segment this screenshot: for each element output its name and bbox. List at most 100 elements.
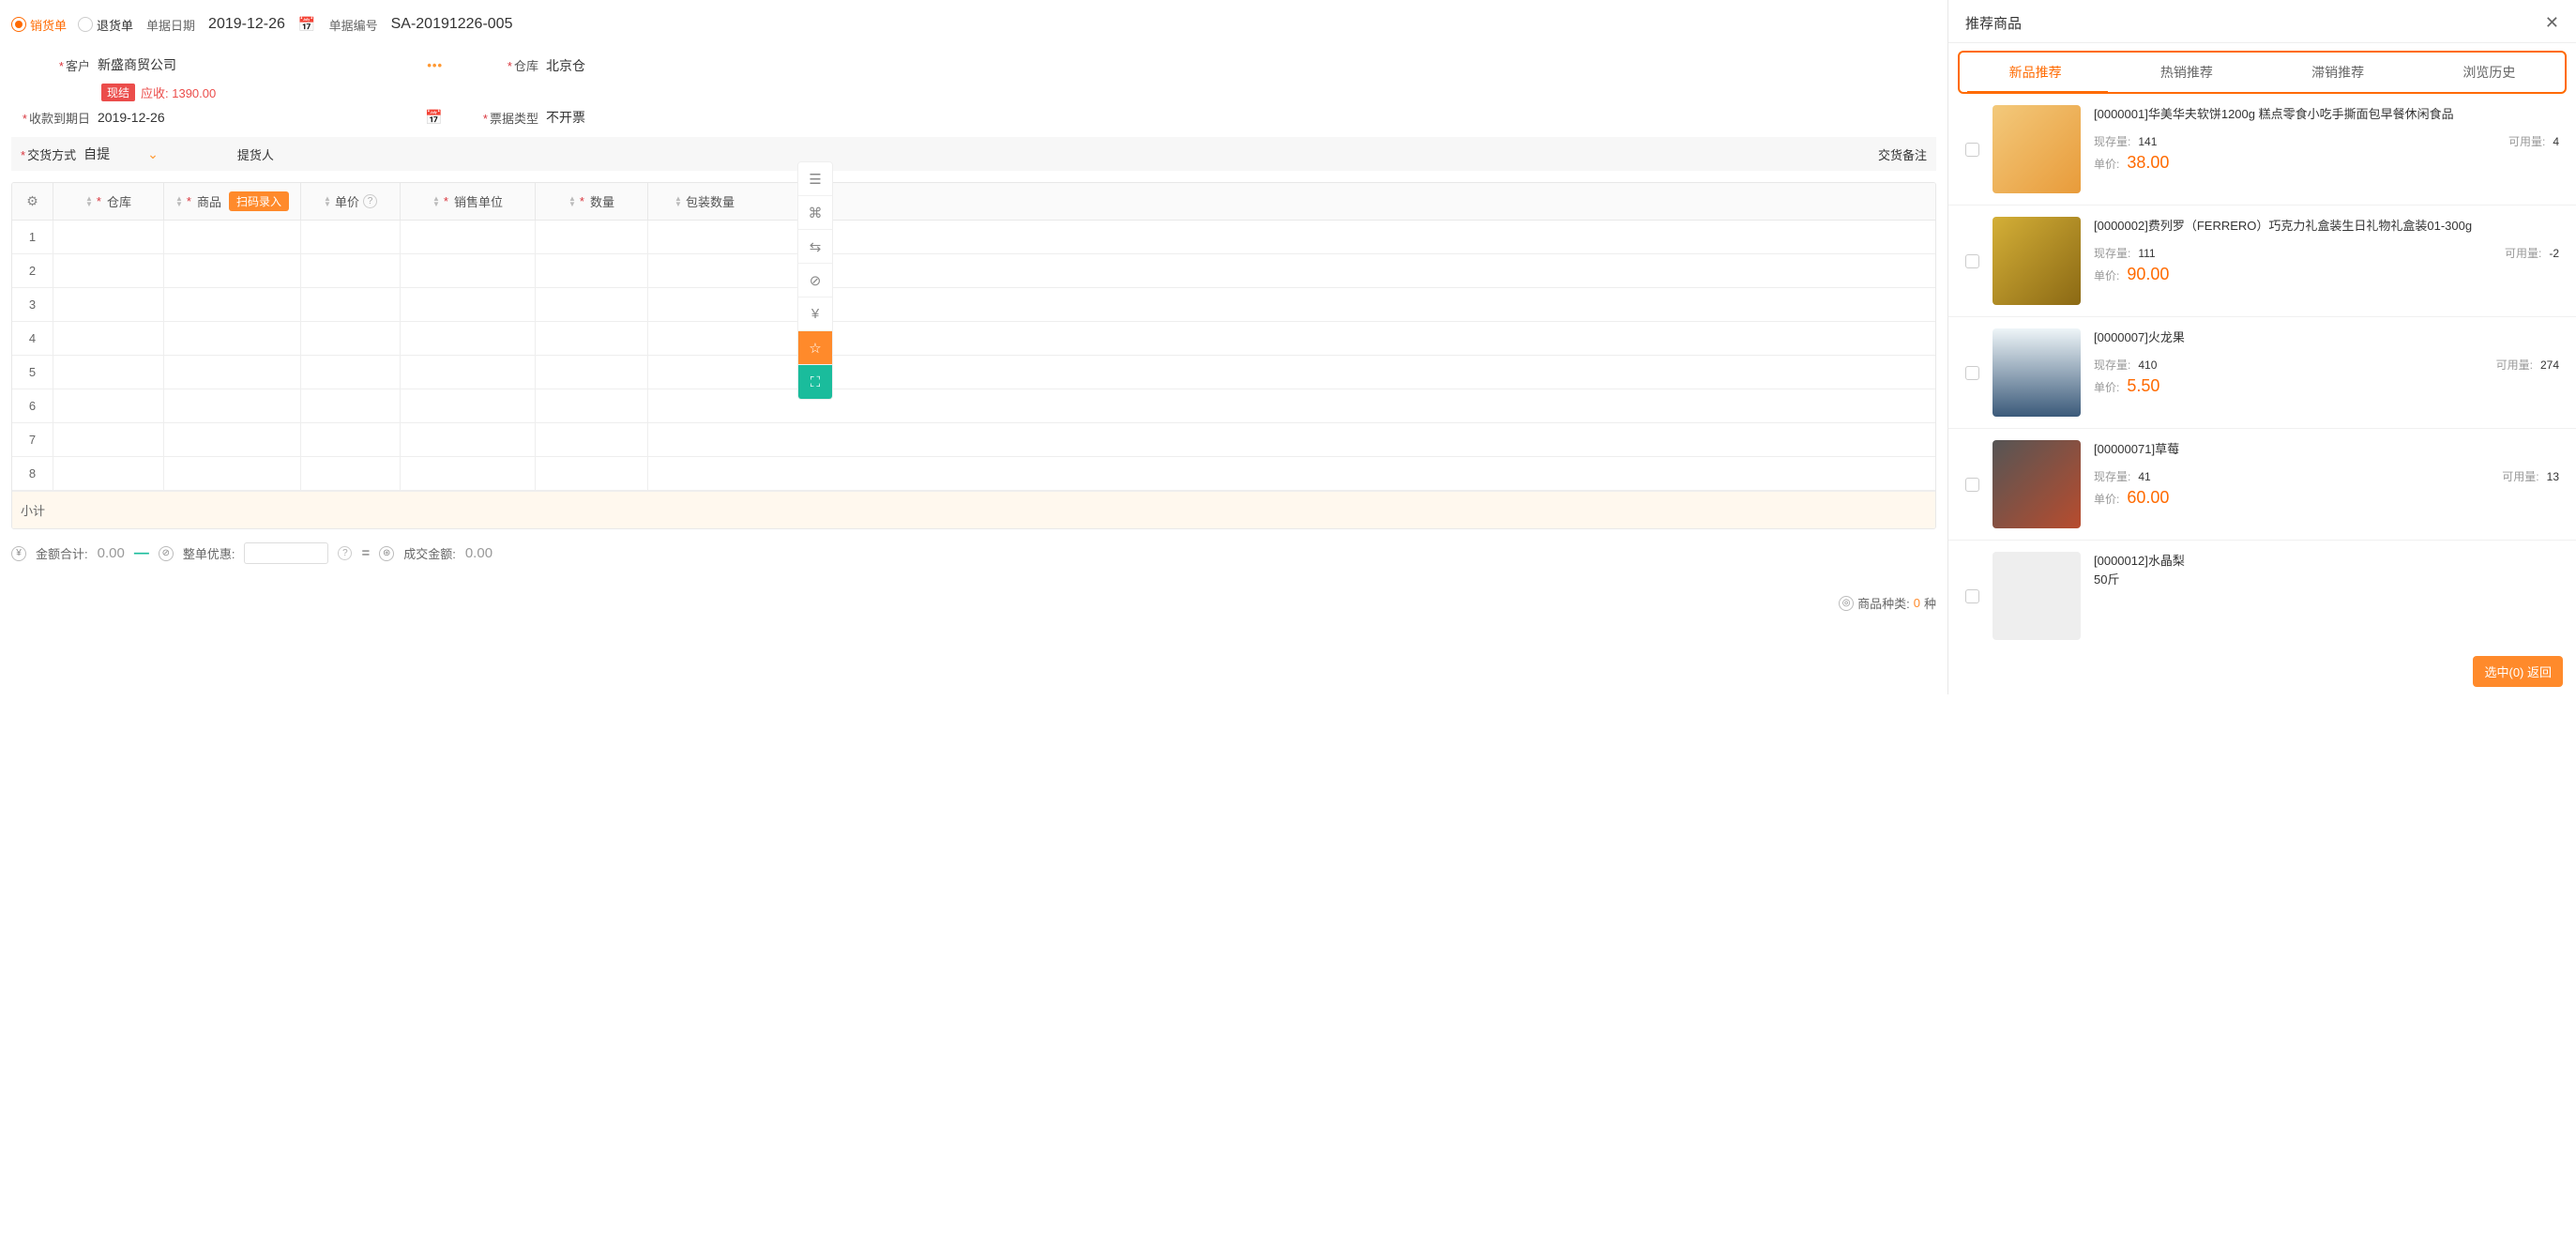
rail-link-icon[interactable]: ⌘ [798, 196, 832, 230]
settlement-info: 现结 应收: 1390.00 [101, 84, 1936, 101]
col-product-label: 商品 [197, 192, 221, 210]
price-value: 90.00 [2127, 265, 2169, 283]
product-item[interactable]: [0000002]费列罗（FERRERO）巧克力礼盒装生日礼物礼盒装01-300… [1948, 206, 2576, 317]
discount-icon: ⊘ [159, 546, 174, 561]
product-item[interactable]: [0000007]火龙果 现存量:410 可用量:274 单价:5.50 [1948, 317, 2576, 429]
sort-icon: ▲▼ [85, 196, 93, 207]
rail-yen-icon[interactable]: ¥ [798, 297, 832, 331]
gear-icon[interactable]: ⚙ [26, 193, 38, 209]
warehouse-label: 仓库 [514, 59, 538, 73]
checkbox[interactable] [1965, 143, 1979, 157]
product-item[interactable]: [0000012]水晶梨50斤 [1948, 541, 2576, 648]
stock-label: 现存量:111 [2094, 245, 2156, 261]
kinds-label: 商品种类: [1857, 594, 1910, 612]
price-row: 单价:60.00 [2094, 488, 2559, 508]
picker-label: 提货人 [237, 145, 274, 163]
col-product[interactable]: ▲▼ *商品 扫码录入 [164, 183, 301, 220]
rail-expand-icon[interactable]: ⛶ [798, 365, 832, 399]
col-pkg[interactable]: ▲▼ 包装数量 [648, 183, 761, 220]
price-row: 单价:90.00 [2094, 265, 2559, 284]
side-icon-rail: ☰ ⌘ ⇆ ⊘ ¥ ☆ ⛶ [797, 161, 833, 400]
product-name: [0000002]费列罗（FERRERO）巧克力礼盒装生日礼物礼盒装01-300… [2094, 217, 2559, 236]
price-value: 60.00 [2127, 488, 2169, 507]
calendar-icon[interactable]: 📅 [298, 16, 316, 33]
close-icon[interactable]: ✕ [2545, 13, 2559, 33]
avail-value: 274 [2540, 358, 2559, 372]
select-return-button[interactable]: 选中(0) 返回 [2473, 656, 2563, 687]
table-row[interactable]: 2 [12, 254, 1935, 288]
tab-2[interactable]: 滞销推荐 [2263, 53, 2414, 92]
table-row[interactable]: 1 [12, 221, 1935, 254]
rail-doc-icon[interactable]: ☰ [798, 162, 832, 196]
tab-1[interactable]: 热销推荐 [2111, 53, 2262, 92]
customer-more-icon[interactable]: ••• [427, 58, 443, 72]
table-row[interactable]: 8 [12, 457, 1935, 491]
col-qty-label: 数量 [590, 192, 614, 210]
scan-button[interactable]: 扫码录入 [229, 191, 289, 211]
help-icon[interactable]: ? [338, 546, 352, 560]
rail-star-icon[interactable]: ☆ [798, 331, 832, 365]
product-item[interactable]: [0000001]华美华夫软饼1200g 糕点零食小吃手撕面包早餐休闲食品 现存… [1948, 94, 2576, 206]
stock-label: 现存量:41 [2094, 468, 2151, 484]
sort-icon: ▲▼ [432, 196, 440, 207]
checkbox[interactable] [1965, 254, 1979, 268]
help-icon[interactable]: ? [363, 194, 377, 208]
due-date-input[interactable]: 2019-12-26 [96, 107, 425, 129]
rail-swap-icon[interactable]: ⇆ [798, 230, 832, 264]
table-row[interactable]: 5 [12, 356, 1935, 389]
product-thumbnail [1993, 328, 2081, 417]
col-unit-label: 销售单位 [454, 192, 503, 210]
radio-return-label: 退货单 [97, 16, 133, 34]
avail-value: 13 [2547, 470, 2559, 483]
sort-icon: ▲▼ [674, 196, 682, 207]
radio-unchecked-icon [78, 17, 93, 32]
product-name: [0000012]水晶梨50斤 [2094, 552, 2559, 588]
discount-input[interactable] [244, 542, 328, 564]
doc-type-radio-group: 销货单 退货单 [11, 16, 133, 34]
checkbox[interactable] [1965, 589, 1979, 603]
table-row[interactable]: 7 [12, 423, 1935, 457]
product-thumbnail [1993, 217, 2081, 305]
customer-input[interactable]: 新盛商贸公司 [96, 53, 427, 78]
subtotal-label: 小计 [12, 501, 53, 519]
date-value[interactable]: 2019-12-26 [208, 16, 285, 33]
delivery-method-select[interactable]: 自提 ⌄ [83, 145, 159, 163]
table-row[interactable]: 3 [12, 288, 1935, 322]
kinds-count: 0 [1914, 596, 1920, 610]
delivery-note-label: 交货备注 [1878, 145, 1927, 163]
radio-sales-order[interactable]: 销货单 [11, 16, 67, 34]
checkbox[interactable] [1965, 366, 1979, 380]
form-header: 销货单 退货单 单据日期 2019-12-26 📅 单据编号 SA-201912… [11, 9, 1936, 39]
doc-no-label: 单据编号 [329, 16, 378, 34]
col-price[interactable]: ▲▼ 单价 ? [301, 183, 401, 220]
col-unit[interactable]: ▲▼ *销售单位 [401, 183, 536, 220]
deal-icon: ⊛ [379, 546, 394, 561]
tab-3[interactable]: 浏览历史 [2414, 53, 2565, 92]
price-value: 5.50 [2127, 376, 2159, 395]
deal-value: 0.00 [465, 545, 492, 561]
table-row[interactable]: 4 [12, 322, 1935, 356]
calendar-icon[interactable]: 📅 [425, 109, 443, 126]
product-name: [0000007]火龙果 [2094, 328, 2559, 347]
invoice-type-input[interactable]: 不开票 [544, 105, 657, 130]
warehouse-input[interactable]: 北京仓 [544, 53, 657, 78]
avail-label: 可用量:4 [2508, 133, 2559, 149]
col-warehouse-label: 仓库 [107, 192, 131, 210]
tab-0[interactable]: 新品推荐 [1960, 53, 2111, 92]
sort-icon: ▲▼ [568, 196, 576, 207]
col-qty[interactable]: ▲▼ *数量 [536, 183, 648, 220]
product-item[interactable]: [00000071]草莓 现存量:41 可用量:13 单价:60.00 [1948, 429, 2576, 541]
stock-value: 111 [2138, 247, 2155, 260]
delivery-bar: *交货方式 自提 ⌄ 提货人 交货备注 [11, 137, 1936, 171]
avail-value: 4 [2553, 135, 2559, 148]
col-warehouse[interactable]: ▲▼ *仓库 [53, 183, 164, 220]
checkbox[interactable] [1965, 478, 1979, 492]
table-row[interactable]: 6 [12, 389, 1935, 423]
product-name: [0000001]华美华夫软饼1200g 糕点零食小吃手撕面包早餐休闲食品 [2094, 105, 2559, 124]
product-name: [00000071]草莓 [2094, 440, 2559, 459]
radio-return-order[interactable]: 退货单 [78, 16, 133, 34]
product-thumbnail [1993, 105, 2081, 193]
customer-label: 客户 [66, 59, 90, 73]
tab-underline [1967, 91, 2108, 93]
rail-discount-icon[interactable]: ⊘ [798, 264, 832, 297]
